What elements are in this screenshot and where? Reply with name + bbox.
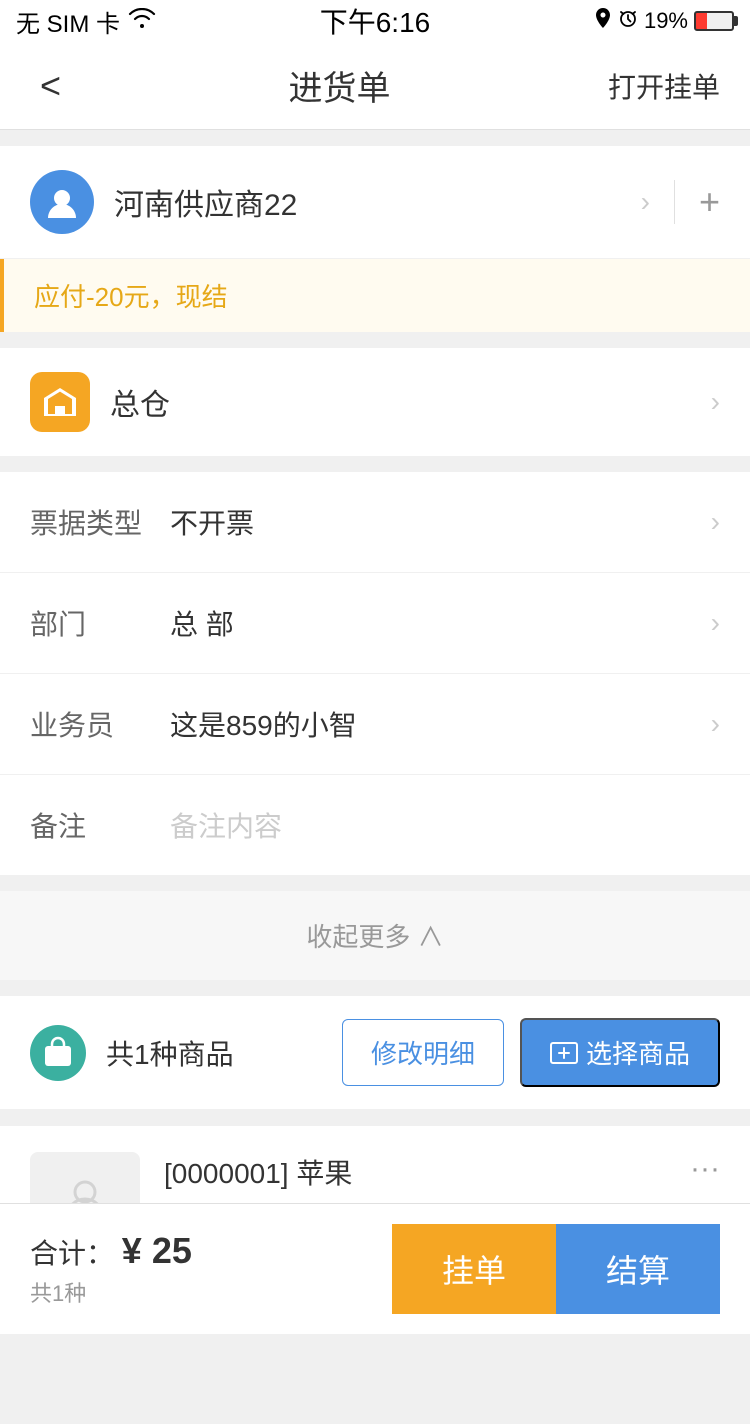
divider bbox=[674, 180, 675, 224]
select-product-label: 选择商品 bbox=[586, 1034, 690, 1071]
location-icon bbox=[594, 7, 612, 35]
supplier-name: 河南供应商22 bbox=[114, 180, 631, 224]
product-title: 苹果 bbox=[296, 1158, 352, 1189]
form-card: 票据类型 不开票 › 部门 总 部 › 业务员 这是859的小智 › 备注 备注… bbox=[0, 472, 750, 875]
department-label: 部门 bbox=[30, 603, 150, 643]
salesman-label: 业务员 bbox=[30, 704, 150, 744]
bottom-bar: 合计： ¥ 25 共1种 挂单 结算 bbox=[0, 1203, 750, 1334]
remark-placeholder: 备注内容 bbox=[150, 805, 720, 845]
page-title: 进货单 bbox=[289, 61, 391, 110]
open-hang-button[interactable]: 打开挂单 bbox=[608, 66, 720, 106]
battery-text: 19% bbox=[644, 8, 688, 34]
status-time: 下午6:16 bbox=[320, 1, 431, 41]
product-count-text: 共1种商品 bbox=[106, 1033, 342, 1073]
salesman-row[interactable]: 业务员 这是859的小智 › bbox=[0, 674, 750, 775]
alarm-icon bbox=[618, 8, 638, 34]
total-amount: ¥ 25 bbox=[122, 1230, 192, 1271]
invoice-label: 票据类型 bbox=[30, 502, 150, 542]
battery-icon bbox=[694, 11, 734, 31]
remark-label: 备注 bbox=[30, 805, 150, 845]
collapse-button[interactable]: 收起更多 ∧ bbox=[0, 891, 750, 980]
salesman-value: 这是859的小智 bbox=[150, 704, 701, 744]
status-left: 无 SIM 卡 bbox=[16, 4, 156, 39]
total-row: 合计： ¥ 25 bbox=[30, 1230, 392, 1272]
warehouse-name: 总仓 bbox=[110, 380, 701, 424]
edit-detail-button[interactable]: 修改明细 bbox=[342, 1019, 504, 1086]
supplier-chevron-icon: › bbox=[641, 186, 650, 218]
warehouse-card[interactable]: 总仓 › bbox=[0, 348, 750, 456]
collapse-label: 收起更多 ∧ bbox=[306, 917, 443, 954]
back-button[interactable]: < bbox=[30, 55, 71, 117]
product-more-button[interactable]: ··· bbox=[670, 1152, 720, 1186]
invoice-value: 不开票 bbox=[150, 502, 701, 542]
status-bar: 无 SIM 卡 下午6:16 19% bbox=[0, 0, 750, 42]
total-sub: 共1种 bbox=[30, 1276, 392, 1308]
hang-button[interactable]: 挂单 bbox=[392, 1224, 556, 1314]
product-count-icon bbox=[30, 1025, 86, 1081]
department-row[interactable]: 部门 总 部 › bbox=[0, 573, 750, 674]
carrier-text: 无 SIM 卡 bbox=[16, 4, 120, 39]
nav-bar: < 进货单 打开挂单 bbox=[0, 42, 750, 130]
invoice-row[interactable]: 票据类型 不开票 › bbox=[0, 472, 750, 573]
invoice-chevron-icon: › bbox=[711, 506, 720, 538]
warehouse-icon bbox=[30, 372, 90, 432]
product-header: 共1种商品 修改明细 选择商品 bbox=[0, 996, 750, 1110]
department-chevron-icon: › bbox=[711, 607, 720, 639]
supplier-card: 河南供应商22 › + 应付-20元，现结 bbox=[0, 146, 750, 332]
checkout-button[interactable]: 结算 bbox=[556, 1224, 720, 1314]
warehouse-chevron-icon: › bbox=[711, 386, 720, 418]
total-label: 合计： bbox=[30, 1238, 114, 1269]
wifi-icon bbox=[128, 7, 156, 35]
product-section: 共1种商品 修改明细 选择商品 bbox=[0, 996, 750, 1110]
remark-row[interactable]: 备注 备注内容 bbox=[0, 775, 750, 875]
department-value: 总 部 bbox=[150, 603, 701, 643]
add-button[interactable]: + bbox=[699, 181, 720, 223]
status-right: 19% bbox=[594, 7, 734, 35]
product-id: [0000001] bbox=[164, 1158, 296, 1189]
total-area: 合计： ¥ 25 共1种 bbox=[30, 1230, 392, 1308]
warehouse-row[interactable]: 总仓 › bbox=[0, 348, 750, 456]
product-name: [0000001] 苹果 bbox=[164, 1152, 670, 1192]
salesman-chevron-icon: › bbox=[711, 708, 720, 740]
notice-bar: 应付-20元，现结 bbox=[0, 259, 750, 332]
select-product-button[interactable]: 选择商品 bbox=[520, 1018, 720, 1087]
supplier-row[interactable]: 河南供应商22 › + bbox=[0, 146, 750, 259]
supplier-avatar bbox=[30, 170, 94, 234]
